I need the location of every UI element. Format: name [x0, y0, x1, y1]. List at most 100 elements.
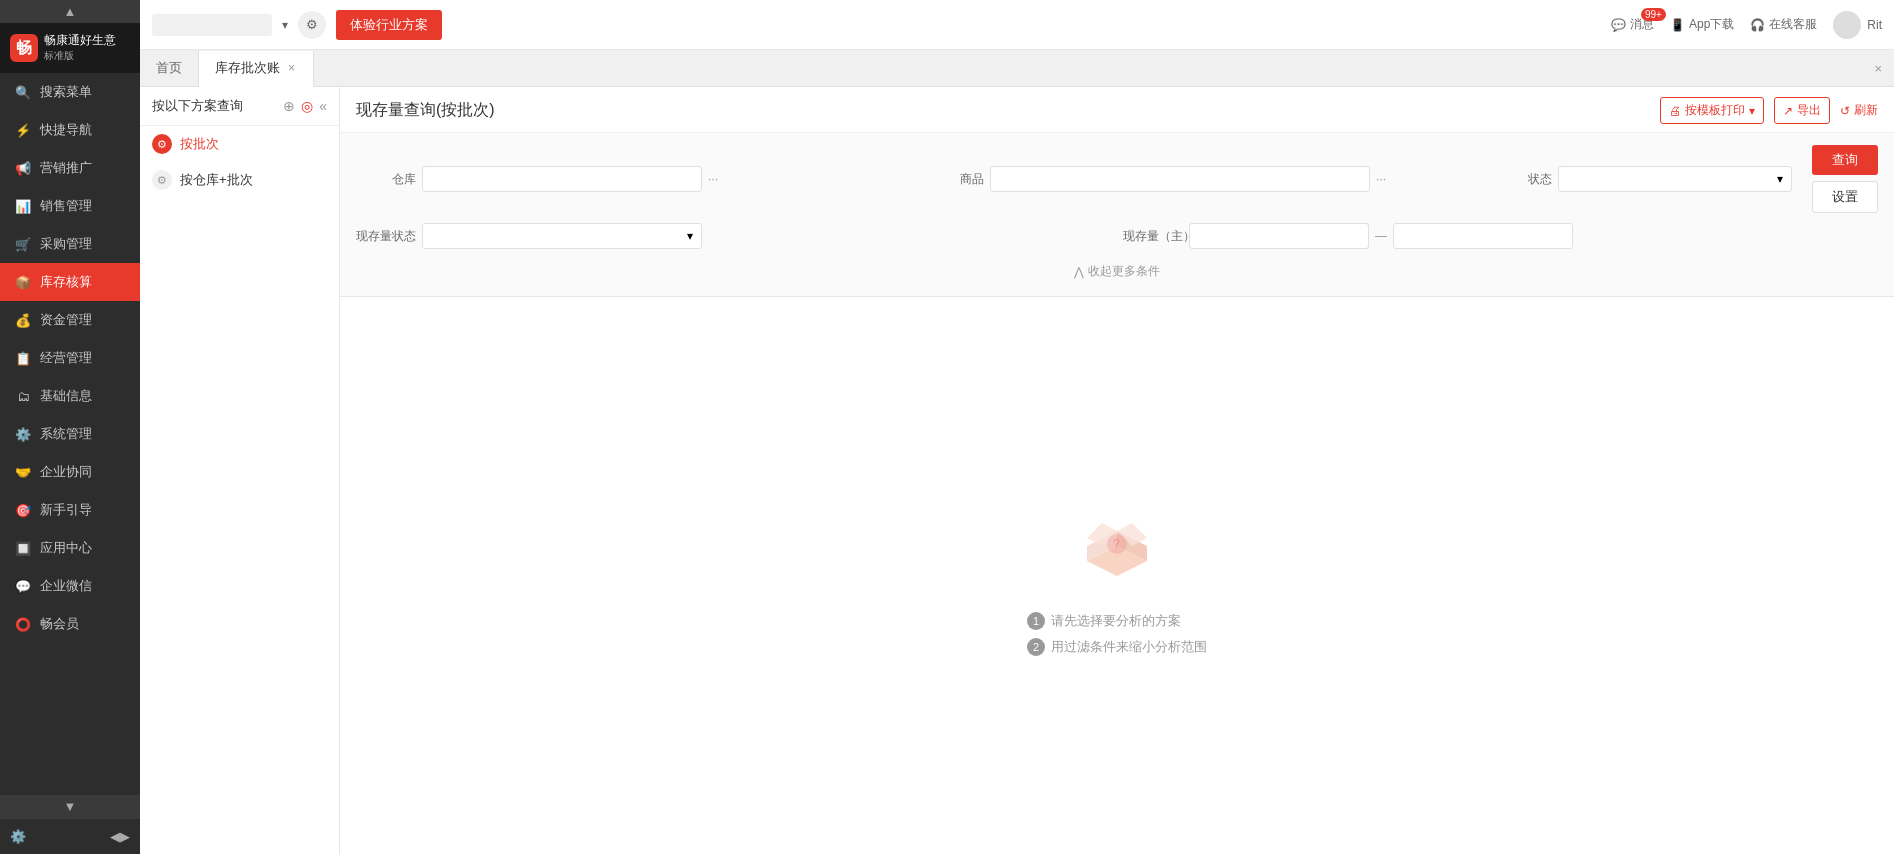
user-avatar — [1833, 11, 1861, 39]
settings-footer-icon[interactable]: ⚙️ — [10, 829, 26, 844]
collapse-panel-btn[interactable]: « — [319, 98, 327, 114]
printer-icon: 🖨 — [1669, 104, 1681, 118]
tabs-close-all[interactable]: × — [1862, 61, 1894, 76]
user-name: Rit — [1867, 18, 1882, 32]
topbar-right: 💬 消息 99+ 📱 App下载 🎧 在线客服 Rit — [1611, 11, 1882, 39]
tip-2-num: 2 — [1027, 638, 1045, 656]
sidebar-item-quick-nav-label: 快捷导航 — [40, 121, 92, 139]
tab-batch-close[interactable]: × — [286, 61, 297, 75]
stock-qty-label: 现存量（主） — [1123, 228, 1183, 245]
user-profile-btn[interactable]: Rit — [1833, 11, 1882, 39]
sidebar-item-quick-nav[interactable]: ⚡ 快捷导航 — [0, 111, 140, 149]
message-icon: 💬 — [1611, 18, 1626, 32]
refresh-btn[interactable]: ↺ 刷新 — [1840, 102, 1878, 119]
sidebar-item-search-label: 搜索菜单 — [40, 83, 92, 101]
sidebar-scroll-up[interactable]: ▲ — [0, 0, 140, 23]
sidebar-item-apps[interactable]: 🔲 应用中心 — [0, 529, 140, 567]
app-subtitle: 标准版 — [44, 49, 116, 63]
sidebar-item-guide[interactable]: 🎯 新手引导 — [0, 491, 140, 529]
sales-icon: 📊 — [14, 197, 32, 215]
scheme-item-by-warehouse-batch[interactable]: ⚙ 按仓库+批次 — [140, 162, 339, 198]
sidebar-item-apps-label: 应用中心 — [40, 539, 92, 557]
left-panel-actions: ⊕ ◎ « — [283, 98, 327, 114]
filter-group-stock-qty: 现存量（主） — — [1123, 223, 1878, 249]
sidebar-item-inventory[interactable]: 📦 库存核算 — [0, 263, 140, 301]
status-filter-select[interactable]: ▾ — [1558, 166, 1792, 192]
industry-solution-btn[interactable]: 体验行业方案 — [336, 10, 442, 40]
stock-qty-from-input[interactable] — [1189, 223, 1369, 249]
messages-badge: 99+ — [1641, 8, 1666, 21]
empty-state: ? 1 请先选择要分析的方案 2 用过滤条件来缩小分析范围 — [340, 297, 1894, 854]
sidebar-item-wechat[interactable]: 💬 企业微信 — [0, 567, 140, 605]
print-btn[interactable]: 🖨 按模板打印 ▾ — [1660, 97, 1764, 124]
scheme-dot-active: ⚙ — [152, 134, 172, 154]
filter-area: 仓库 ··· 商品 ··· 状态 — [340, 133, 1894, 297]
sidebar-item-sales[interactable]: 📊 销售管理 — [0, 187, 140, 225]
collapse-filter-btn[interactable]: ⋀ 收起更多条件 — [1070, 259, 1164, 284]
sidebar-item-member[interactable]: ⭕ 畅会员 — [0, 605, 140, 643]
goods-more-btn[interactable]: ··· — [1376, 172, 1386, 186]
page-header-actions: 🖨 按模板打印 ▾ ↗ 导出 ↺ 刷新 — [1660, 97, 1878, 124]
scheme-item-by-batch[interactable]: ⚙ 按批次 — [140, 126, 339, 162]
chevron-up-icon: ⋀ — [1074, 265, 1084, 279]
online-service-btn[interactable]: 🎧 在线客服 — [1750, 16, 1817, 33]
stock-status-select[interactable]: ▾ — [422, 223, 702, 249]
purchase-icon: 🛒 — [14, 235, 32, 253]
basics-icon: 🗂 — [14, 387, 32, 405]
tab-batch-label: 库存批次账 — [215, 59, 280, 77]
sidebar-scroll-down[interactable]: ▼ — [0, 795, 140, 818]
stock-qty-to-input[interactable] — [1393, 223, 1573, 249]
warehouse-filter-input[interactable] — [422, 166, 702, 192]
sidebar-item-system[interactable]: ⚙️ 系统管理 — [0, 415, 140, 453]
left-panel-title: 按以下方案查询 — [152, 97, 243, 115]
sidebar-item-basics[interactable]: 🗂 基础信息 — [0, 377, 140, 415]
settings-scheme-btn[interactable]: ◎ — [301, 98, 313, 114]
messages-btn[interactable]: 💬 消息 99+ — [1611, 16, 1654, 33]
export-btn[interactable]: ↗ 导出 — [1774, 97, 1830, 124]
sidebar-item-search[interactable]: 🔍 搜索菜单 — [0, 73, 140, 111]
sidebar-item-marketing[interactable]: 📢 营销推广 — [0, 149, 140, 187]
main-content: ▾ ⚙ 体验行业方案 💬 消息 99+ 📱 App下载 🎧 在线客服 Rit — [140, 0, 1894, 854]
filter-wrapper: 仓库 ··· 商品 ··· 状态 — [340, 133, 1894, 297]
sidebar-item-basics-label: 基础信息 — [40, 387, 92, 405]
sidebar-item-inventory-label: 库存核算 — [40, 273, 92, 291]
goods-filter-input[interactable] — [990, 166, 1370, 192]
flash-icon: ⚡ — [14, 121, 32, 139]
collapse-row: ⋀ 收起更多条件 — [356, 259, 1878, 284]
sidebar-item-collab[interactable]: 🤝 企业协同 — [0, 453, 140, 491]
status-filter-label: 状态 — [1492, 171, 1552, 188]
empty-tip-2: 2 用过滤条件来缩小分析范围 — [1027, 638, 1207, 656]
sidebar-item-guide-label: 新手引导 — [40, 501, 92, 519]
settings-btn[interactable]: 设置 — [1812, 181, 1878, 213]
topbar-dropdown-icon[interactable]: ▾ — [282, 18, 288, 32]
left-scheme-panel: 按以下方案查询 ⊕ ◎ « ⚙ 按批次 ⚙ 按仓库+批次 — [140, 87, 340, 854]
warehouse-more-btn[interactable]: ··· — [708, 172, 718, 186]
scheme-by-warehouse-batch-label: 按仓库+批次 — [180, 171, 253, 189]
sidebar-item-finance[interactable]: 💰 资金管理 — [0, 301, 140, 339]
tab-batch[interactable]: 库存批次账 × — [199, 51, 314, 87]
headset-icon: 🎧 — [1750, 18, 1765, 32]
app-title: 畅康通好生意 — [44, 33, 116, 49]
sidebar-item-finance-label: 资金管理 — [40, 311, 92, 329]
filter-action-buttons: 查询 设置 — [1812, 145, 1878, 213]
query-btn[interactable]: 查询 — [1812, 145, 1878, 175]
stock-status-label: 现存量状态 — [356, 228, 416, 245]
sidebar-item-purchase[interactable]: 🛒 采购管理 — [0, 225, 140, 263]
add-scheme-btn[interactable]: ⊕ — [283, 98, 295, 114]
topbar-search-input[interactable] — [152, 14, 272, 36]
topbar-settings-btn[interactable]: ⚙ — [298, 11, 326, 39]
sidebar-item-wechat-label: 企业微信 — [40, 577, 92, 595]
tab-home[interactable]: 首页 — [140, 50, 199, 86]
empty-illustration: ? — [1067, 496, 1167, 596]
sidebar-footer: ⚙️ ◀▶ — [0, 818, 140, 854]
sidebar-header: 畅 畅康通好生意 标准版 — [0, 23, 140, 73]
sidebar-item-operations[interactable]: 📋 经营管理 — [0, 339, 140, 377]
filter-row-2: 现存量状态 ▾ 现存量（主） — — [356, 223, 1878, 249]
print-dropdown-icon[interactable]: ▾ — [1749, 104, 1755, 118]
app-download-btn[interactable]: 📱 App下载 — [1670, 16, 1734, 33]
empty-tips: 1 请先选择要分析的方案 2 用过滤条件来缩小分析范围 — [1027, 612, 1207, 656]
page-title: 现存量查询(按批次) — [356, 100, 495, 121]
topbar: ▾ ⚙ 体验行业方案 💬 消息 99+ 📱 App下载 🎧 在线客服 Rit — [140, 0, 1894, 50]
collapse-sidebar-icon[interactable]: ◀▶ — [110, 829, 130, 844]
filter-group-warehouse: 仓库 ··· — [356, 166, 912, 192]
